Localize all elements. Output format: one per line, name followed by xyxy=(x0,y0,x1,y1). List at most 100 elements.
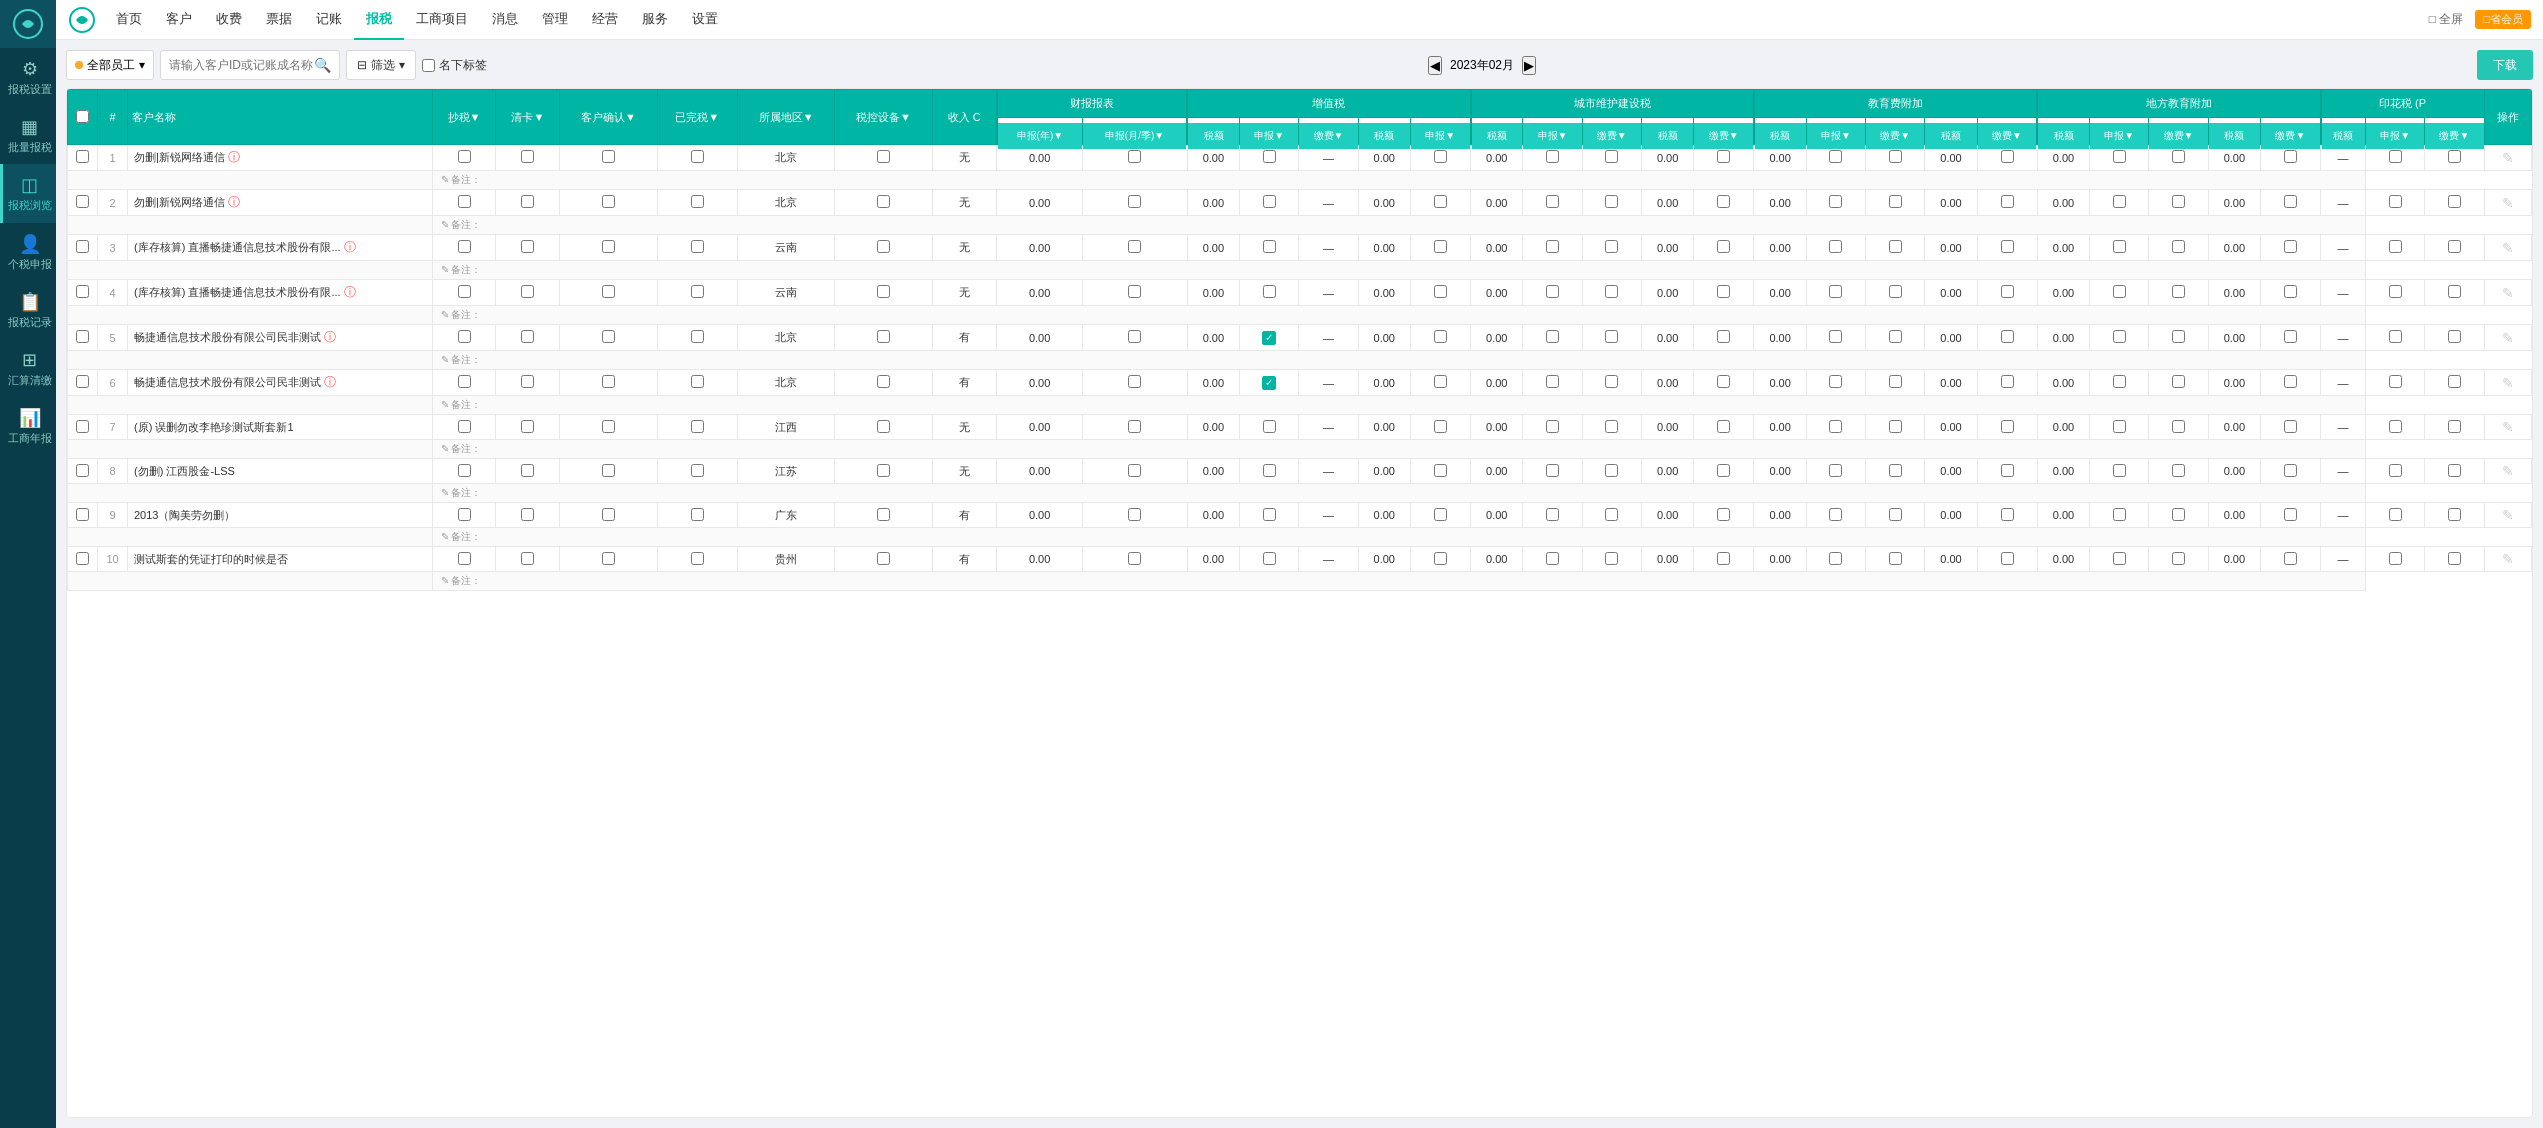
edu-report-cb[interactable] xyxy=(1829,375,1842,388)
row-checkbox[interactable] xyxy=(76,420,89,433)
row-reported[interactable] xyxy=(657,280,738,306)
row-checkbox-cell[interactable] xyxy=(68,503,98,528)
sidebar-item-piliang[interactable]: ▦ 批量报税 xyxy=(0,106,56,164)
name-filter-checkbox[interactable] xyxy=(422,59,435,72)
row-vat-report[interactable] xyxy=(1240,190,1299,216)
local-report-cb[interactable] xyxy=(2113,240,2126,253)
chaoshui-cb[interactable] xyxy=(458,420,471,433)
nav-client[interactable]: 客户 xyxy=(154,0,204,40)
stamp-pay-cb[interactable] xyxy=(2448,508,2461,521)
row-checkbox[interactable] xyxy=(76,375,89,388)
row-local-pay[interactable] xyxy=(2149,547,2208,572)
row-caiwu-month[interactable] xyxy=(1082,370,1187,396)
vat-report-cb[interactable] xyxy=(1263,508,1276,521)
reported-cb[interactable] xyxy=(691,240,704,253)
row-ops[interactable]: ✎ xyxy=(2484,547,2531,572)
row-checkbox-cell[interactable] xyxy=(68,325,98,351)
sidebar-item-baoshuiliulan[interactable]: ◫ 报税浏览 xyxy=(0,164,56,222)
row-confirm[interactable] xyxy=(560,415,657,440)
edu-pay-cb[interactable] xyxy=(1889,330,1902,343)
local-pay-cb[interactable] xyxy=(2172,150,2185,163)
city-pay2-cb[interactable] xyxy=(1717,285,1730,298)
row-stamp-pay[interactable] xyxy=(2425,370,2484,396)
vat-report-cb[interactable] xyxy=(1263,150,1276,163)
confirm-cb[interactable] xyxy=(602,285,615,298)
reported-cb[interactable] xyxy=(691,285,704,298)
city-pay-cb[interactable] xyxy=(1605,240,1618,253)
local-pay2-cb[interactable] xyxy=(2284,464,2297,477)
row-local-pay2[interactable] xyxy=(2261,190,2321,216)
stamp-pay-cb[interactable] xyxy=(2448,330,2461,343)
row-edu-pay[interactable] xyxy=(1866,415,1925,440)
row-stamp-pay[interactable] xyxy=(2425,459,2484,484)
confirm-cb[interactable] xyxy=(602,420,615,433)
caiwu-month-cb[interactable] xyxy=(1128,420,1141,433)
vat-report2-cb[interactable] xyxy=(1434,330,1447,343)
row-checkbox[interactable] xyxy=(76,508,89,521)
row-local-report[interactable] xyxy=(2090,235,2149,261)
caiwu-month-cb[interactable] xyxy=(1128,240,1141,253)
row-city-pay[interactable] xyxy=(1582,370,1641,396)
row-edu-pay2[interactable] xyxy=(1977,459,2037,484)
edit-icon[interactable]: ✎ xyxy=(2502,419,2514,435)
row-checkbox-cell[interactable] xyxy=(68,280,98,306)
edu-report-cb[interactable] xyxy=(1829,552,1842,565)
stamp-pay-cb[interactable] xyxy=(2448,240,2461,253)
row-taxequip[interactable] xyxy=(835,503,932,528)
row-local-pay[interactable] xyxy=(2149,415,2208,440)
city-pay2-cb[interactable] xyxy=(1717,464,1730,477)
edu-pay2-cb[interactable] xyxy=(2001,420,2014,433)
row-city-pay[interactable] xyxy=(1582,503,1641,528)
stamp-report-cb[interactable] xyxy=(2389,285,2402,298)
row-confirm[interactable] xyxy=(560,325,657,351)
qingka-cb[interactable] xyxy=(521,330,534,343)
city-pay-cb[interactable] xyxy=(1605,375,1618,388)
confirm-cb[interactable] xyxy=(602,508,615,521)
row-ops[interactable]: ✎ xyxy=(2484,459,2531,484)
row-qingka[interactable] xyxy=(496,145,560,171)
local-report-cb[interactable] xyxy=(2113,285,2126,298)
row-city-pay2[interactable] xyxy=(1694,503,1754,528)
row-local-pay2[interactable] xyxy=(2261,235,2321,261)
taxequip-cb[interactable] xyxy=(877,150,890,163)
edu-report-cb[interactable] xyxy=(1829,330,1842,343)
employee-filter[interactable]: 全部员工 ▾ xyxy=(66,50,154,80)
chaoshui-cb[interactable] xyxy=(458,150,471,163)
row-caiwu-month[interactable] xyxy=(1082,503,1187,528)
row-city-pay[interactable] xyxy=(1582,280,1641,306)
row-caiwu-month[interactable] xyxy=(1082,190,1187,216)
row-taxequip[interactable] xyxy=(835,325,932,351)
edit-icon[interactable]: ✎ xyxy=(2502,195,2514,211)
row-chaoshui[interactable] xyxy=(432,459,496,484)
chaoshui-cb[interactable] xyxy=(458,240,471,253)
city-pay-cb[interactable] xyxy=(1605,464,1618,477)
row-edu-pay2[interactable] xyxy=(1977,190,2037,216)
taxequip-cb[interactable] xyxy=(877,508,890,521)
sidebar-item-geshuishenb[interactable]: 👤 个税申报 xyxy=(0,223,56,281)
nav-business[interactable]: 工商项目 xyxy=(404,0,480,40)
city-report-cb[interactable] xyxy=(1546,464,1559,477)
local-pay2-cb[interactable] xyxy=(2284,195,2297,208)
row-ops[interactable]: ✎ xyxy=(2484,280,2531,306)
row-edu-pay[interactable] xyxy=(1866,325,1925,351)
row-local-report[interactable] xyxy=(2090,503,2149,528)
reported-cb[interactable] xyxy=(691,330,704,343)
row-edu-pay[interactable] xyxy=(1866,503,1925,528)
vat-report2-cb[interactable] xyxy=(1434,240,1447,253)
row-vat-report[interactable] xyxy=(1240,415,1299,440)
local-pay-cb[interactable] xyxy=(2172,420,2185,433)
edit-icon[interactable]: ✎ xyxy=(2502,285,2514,301)
sidebar-item-baoshuilv[interactable]: 📋 报税记录 xyxy=(0,281,56,339)
nav-bookkeep[interactable]: 记账 xyxy=(304,0,354,40)
row-city-report[interactable] xyxy=(1523,503,1582,528)
row-caiwu-month[interactable] xyxy=(1082,280,1187,306)
confirm-cb[interactable] xyxy=(602,552,615,565)
city-report-cb[interactable] xyxy=(1546,240,1559,253)
city-pay-cb[interactable] xyxy=(1605,330,1618,343)
row-reported[interactable] xyxy=(657,503,738,528)
row-checkbox-cell[interactable] xyxy=(68,235,98,261)
row-confirm[interactable] xyxy=(560,547,657,572)
qingka-cb[interactable] xyxy=(521,420,534,433)
prev-month-button[interactable]: ◀ xyxy=(1428,56,1442,75)
row-local-pay2[interactable] xyxy=(2261,370,2321,396)
